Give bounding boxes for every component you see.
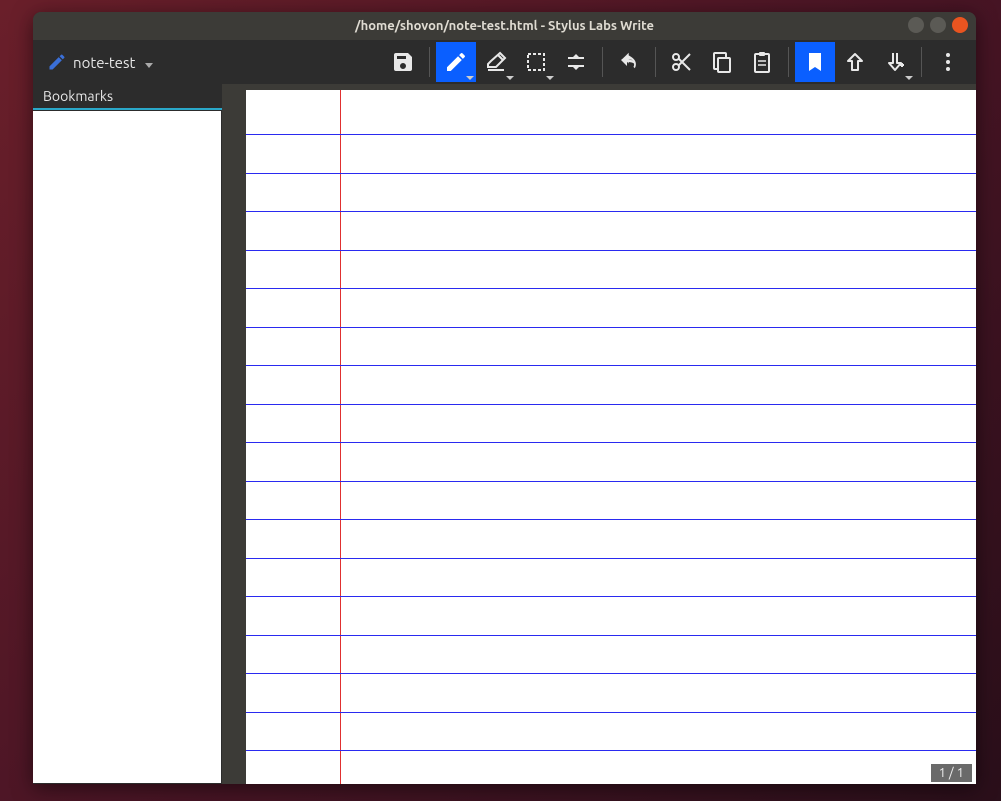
window-title: /home/shovon/note-test.html - Stylus Lab… bbox=[355, 19, 654, 33]
page-indicator: 1 / 1 bbox=[931, 764, 972, 782]
undo-button[interactable] bbox=[609, 42, 649, 82]
menu-button[interactable] bbox=[928, 42, 968, 82]
chevron-down-icon bbox=[466, 76, 474, 80]
arrow-down-plus-icon bbox=[883, 50, 907, 74]
arrow-up-icon bbox=[843, 50, 867, 74]
eraser-tool-button[interactable] bbox=[476, 42, 516, 82]
canvas-area[interactable]: 1 / 1 bbox=[222, 84, 976, 784]
rule-line bbox=[246, 173, 976, 174]
prev-page-button[interactable] bbox=[835, 42, 875, 82]
rule-line bbox=[246, 712, 976, 713]
rule-line bbox=[246, 211, 976, 212]
chevron-down-icon bbox=[145, 63, 153, 68]
chevron-down-icon bbox=[905, 76, 913, 80]
save-icon bbox=[391, 50, 415, 74]
chevron-down-icon bbox=[506, 76, 514, 80]
bookmarks-list[interactable] bbox=[33, 111, 221, 783]
pencil-icon bbox=[47, 52, 67, 72]
rule-line bbox=[246, 442, 976, 443]
pen-icon bbox=[444, 50, 468, 74]
window-controls bbox=[908, 17, 968, 33]
app-window: /home/shovon/note-test.html - Stylus Lab… bbox=[33, 12, 976, 784]
rule-line bbox=[246, 635, 976, 636]
note-page[interactable] bbox=[246, 90, 976, 784]
bookmarks-sidebar: Bookmarks bbox=[33, 84, 222, 784]
rule-line bbox=[246, 558, 976, 559]
rule-line bbox=[246, 288, 976, 289]
rule-line bbox=[246, 596, 976, 597]
titlebar: /home/shovon/note-test.html - Stylus Lab… bbox=[33, 12, 976, 40]
rule-line bbox=[246, 519, 976, 520]
cut-button[interactable] bbox=[662, 42, 702, 82]
minimize-button[interactable] bbox=[908, 17, 924, 33]
eraser-icon bbox=[484, 50, 508, 74]
next-page-button[interactable] bbox=[875, 42, 915, 82]
save-button[interactable] bbox=[383, 42, 423, 82]
rule-line bbox=[246, 673, 976, 674]
select-tool-button[interactable] bbox=[516, 42, 556, 82]
separator bbox=[429, 47, 430, 77]
document-switcher[interactable]: note-test bbox=[41, 52, 159, 72]
sidebar-header: Bookmarks bbox=[33, 84, 222, 110]
rule-line bbox=[246, 327, 976, 328]
select-icon bbox=[524, 50, 548, 74]
document-name: note-test bbox=[73, 54, 135, 71]
insert-space-icon bbox=[564, 50, 588, 74]
rule-line bbox=[246, 481, 976, 482]
close-button[interactable] bbox=[952, 17, 968, 33]
kebab-menu-icon bbox=[936, 50, 960, 74]
content-area: Bookmarks 1 / 1 bbox=[33, 84, 976, 784]
margin-line bbox=[340, 90, 341, 784]
separator bbox=[788, 47, 789, 77]
toolbar: note-test bbox=[33, 40, 976, 84]
rule-line bbox=[246, 750, 976, 751]
rule-line bbox=[246, 404, 976, 405]
maximize-button[interactable] bbox=[930, 17, 946, 33]
paste-button[interactable] bbox=[742, 42, 782, 82]
copy-button[interactable] bbox=[702, 42, 742, 82]
bookmark-button[interactable] bbox=[795, 42, 835, 82]
scissors-icon bbox=[670, 50, 694, 74]
separator bbox=[602, 47, 603, 77]
chevron-down-icon bbox=[546, 76, 554, 80]
clipboard-icon bbox=[750, 50, 774, 74]
pen-tool-button[interactable] bbox=[436, 42, 476, 82]
rule-line bbox=[246, 250, 976, 251]
rule-line bbox=[246, 365, 976, 366]
separator bbox=[655, 47, 656, 77]
undo-icon bbox=[617, 50, 641, 74]
rule-line bbox=[246, 134, 976, 135]
insert-space-button[interactable] bbox=[556, 42, 596, 82]
separator bbox=[921, 47, 922, 77]
bookmark-icon bbox=[803, 50, 827, 74]
copy-icon bbox=[710, 50, 734, 74]
